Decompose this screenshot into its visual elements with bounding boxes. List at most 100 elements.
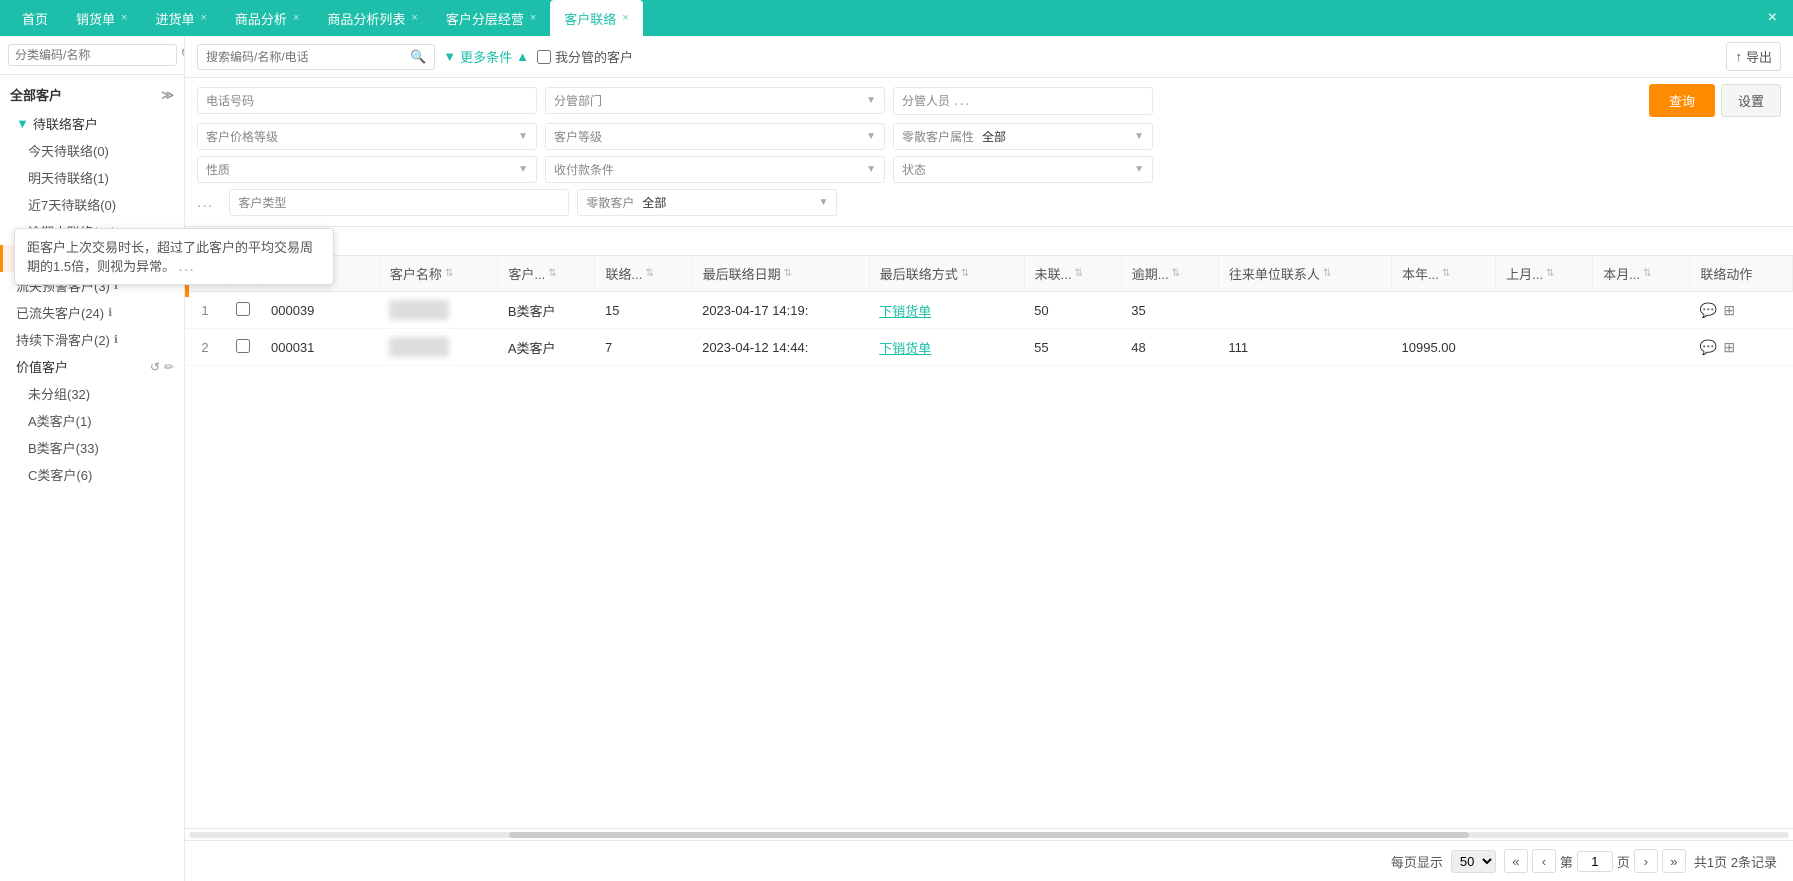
prev-page-button[interactable]: ‹ bbox=[1532, 849, 1556, 873]
col-last-month[interactable]: 上月...⇅ bbox=[1496, 256, 1593, 292]
first-page-button[interactable]: « bbox=[1504, 849, 1528, 873]
nav-product-analysis[interactable]: 商品分析 × bbox=[221, 0, 313, 36]
table-row: 1 000039 B类客户 15 2023-04-17 14:19: 下销货单 … bbox=[185, 292, 1793, 329]
row-this-month-2 bbox=[1593, 329, 1690, 366]
sort-icon: ⇅ bbox=[548, 268, 556, 279]
more-conditions-button[interactable]: ▼ 更多条件 ▲ bbox=[443, 47, 529, 66]
sidebar-item-c-class[interactable]: C类客户(6) bbox=[0, 461, 184, 488]
refresh-icon[interactable]: ↺ bbox=[150, 360, 160, 374]
sidebar-group-pending-contact[interactable]: ▼ 待联络客户 bbox=[0, 110, 184, 137]
filter-dept[interactable]: 分管部门 ▼ bbox=[545, 87, 885, 114]
row-select-checkbox[interactable] bbox=[236, 339, 250, 353]
row-method-1[interactable]: 下销货单 bbox=[869, 292, 1024, 329]
page-number-input[interactable] bbox=[1577, 851, 1613, 872]
col-this-month[interactable]: 本月...⇅ bbox=[1593, 256, 1690, 292]
action-chat-icon[interactable]: 💬 bbox=[1700, 339, 1717, 356]
col-contact-count[interactable]: 联络...⇅ bbox=[595, 256, 692, 292]
sidebar-item-today-contact[interactable]: 今天待联络(0) bbox=[0, 137, 184, 164]
scrollbar-thumb[interactable] bbox=[509, 832, 1469, 838]
last-page-button[interactable]: » bbox=[1662, 849, 1686, 873]
sidebar-search-input[interactable] bbox=[8, 44, 177, 66]
close-icon[interactable]: × bbox=[121, 12, 127, 24]
row-method-2[interactable]: 下销货单 bbox=[869, 329, 1024, 366]
sidebar-item-churned[interactable]: 已流失客户(24) ℹ bbox=[0, 299, 184, 326]
left-sidebar: 🔍 全部客户 ≫ ▼ 待联络客户 今天待联络(0) 明天待联络(1) 近7天待联… bbox=[0, 36, 185, 881]
manager-dots[interactable]: ... bbox=[954, 92, 970, 110]
info-icon[interactable]: ℹ bbox=[114, 333, 118, 346]
more-fields-dots[interactable]: ... bbox=[197, 194, 213, 212]
col-last-contact-date[interactable]: 最后联络日期⇅ bbox=[692, 256, 869, 292]
sidebar-collapse-icon[interactable]: ≫ bbox=[161, 88, 174, 102]
row-uncontacted-2: 55 bbox=[1024, 329, 1121, 366]
settings-button[interactable]: 设置 bbox=[1721, 84, 1781, 117]
filter-customer-level[interactable]: 客户等级 ▼ bbox=[545, 123, 885, 150]
col-last-contact-method[interactable]: 最后联络方式⇅ bbox=[869, 256, 1024, 292]
close-icon[interactable]: × bbox=[293, 12, 299, 24]
filter-retail-customer[interactable]: 零散客户 全部 ▼ bbox=[577, 189, 837, 216]
col-customer-type[interactable]: 客户...⇅ bbox=[498, 256, 595, 292]
nav-product-list[interactable]: 商品分析列表 × bbox=[313, 0, 431, 36]
export-icon: ↑ bbox=[1735, 49, 1742, 64]
filter-phone[interactable]: 电话号码 bbox=[197, 87, 537, 114]
sidebar-item-tomorrow-contact[interactable]: 明天待联络(1) bbox=[0, 164, 184, 191]
export-button[interactable]: ↑ 导出 bbox=[1726, 42, 1781, 71]
row-checkbox-1[interactable] bbox=[225, 292, 261, 329]
nav-purchase[interactable]: 进货单 × bbox=[141, 0, 220, 36]
row-this-month-1 bbox=[1593, 292, 1690, 329]
close-icon[interactable]: × bbox=[200, 12, 206, 24]
row-select-checkbox[interactable] bbox=[236, 302, 250, 316]
tooltip-more[interactable]: ... bbox=[178, 258, 194, 275]
action-grid-icon[interactable]: ⊞ bbox=[1723, 339, 1735, 356]
action-grid-icon[interactable]: ⊞ bbox=[1723, 302, 1735, 319]
filter-price-level[interactable]: 客户价格等级 ▼ bbox=[197, 123, 537, 150]
col-name[interactable]: 客户名称⇅ bbox=[379, 256, 497, 292]
filter-status[interactable]: 状态 ▼ bbox=[893, 156, 1153, 183]
my-customers-checkbox[interactable] bbox=[537, 50, 551, 64]
close-icon[interactable]: × bbox=[411, 12, 417, 24]
sidebar-item-declining[interactable]: 持续下滑客户(2) ℹ bbox=[0, 326, 184, 353]
horizontal-scrollbar[interactable] bbox=[185, 828, 1793, 840]
filter-customer-type[interactable]: 客户类型 bbox=[229, 189, 569, 216]
row-checkbox-2[interactable] bbox=[225, 329, 261, 366]
row-this-year-1 bbox=[1392, 292, 1496, 329]
per-page-select[interactable]: 50 bbox=[1451, 850, 1496, 873]
action-chat-icon[interactable]: 💬 bbox=[1700, 302, 1717, 319]
edit-icon[interactable]: ✏ bbox=[164, 360, 174, 374]
sidebar-item-b-class[interactable]: B类客户(33) bbox=[0, 434, 184, 461]
col-contact-person[interactable]: 往来单位联系人⇅ bbox=[1218, 256, 1391, 292]
close-icon[interactable]: × bbox=[530, 12, 536, 24]
page-navigation: « ‹ 第 页 › » bbox=[1504, 849, 1686, 873]
next-page-button[interactable]: › bbox=[1634, 849, 1658, 873]
filter-row-4: ... 客户类型 零散客户 全部 ▼ bbox=[197, 189, 1781, 216]
filter-manager[interactable]: 分管人员 ... bbox=[893, 87, 1153, 115]
filter-retail-attr[interactable]: 零散客户属性 全部 ▼ bbox=[893, 123, 1153, 150]
table-row: 2 000031 A类客户 7 2023-04-12 14:44: 下销货单 5… bbox=[185, 329, 1793, 366]
search-input[interactable] bbox=[206, 50, 406, 64]
col-uncontacted[interactable]: 未联...⇅ bbox=[1024, 256, 1121, 292]
row-code-1: 000039 bbox=[261, 292, 379, 329]
filter-gender[interactable]: 性质 ▼ bbox=[197, 156, 537, 183]
col-overdue[interactable]: 逾期...⇅ bbox=[1121, 256, 1218, 292]
nav-sales[interactable]: 销货单 × bbox=[62, 0, 141, 36]
sidebar-value-customers-section[interactable]: 价值客户 ↺ ✏ bbox=[0, 353, 184, 380]
row-actions-2: 💬 ⊞ bbox=[1690, 329, 1793, 366]
dropdown-arrow-icon: ▼ bbox=[1134, 131, 1144, 142]
row-uncontacted-1: 50 bbox=[1024, 292, 1121, 329]
col-this-year[interactable]: 本年...⇅ bbox=[1392, 256, 1496, 292]
close-icon[interactable]: × bbox=[622, 12, 628, 24]
row-contact-1: 15 bbox=[595, 292, 692, 329]
nav-customer-contact[interactable]: 客户联络 × bbox=[550, 0, 642, 36]
filter-row-1: 电话号码 分管部门 ▼ 分管人员 ... 查询 设置 bbox=[197, 84, 1781, 117]
filter-payment[interactable]: 收付款条件 ▼ bbox=[545, 156, 885, 183]
query-button[interactable]: 查询 bbox=[1649, 84, 1715, 117]
sidebar-item-a-class[interactable]: A类客户(1) bbox=[0, 407, 184, 434]
sidebar-item-7day-contact[interactable]: 近7天待联络(0) bbox=[0, 191, 184, 218]
sidebar-item-unclassified[interactable]: 未分组(32) bbox=[0, 380, 184, 407]
sidebar-tree: 全部客户 ≫ ▼ 待联络客户 今天待联络(0) 明天待联络(1) 近7天待联络(… bbox=[0, 75, 184, 881]
advanced-filters: 电话号码 分管部门 ▼ 分管人员 ... 查询 设置 客户价格等级 bbox=[185, 78, 1793, 227]
info-icon[interactable]: ℹ bbox=[108, 306, 112, 319]
window-close-button[interactable]: × bbox=[1760, 9, 1785, 27]
nav-customer-tier[interactable]: 客户分层经营 × bbox=[432, 0, 550, 36]
search-icon[interactable]: 🔍 bbox=[410, 49, 426, 65]
nav-home[interactable]: 首页 bbox=[8, 0, 62, 36]
